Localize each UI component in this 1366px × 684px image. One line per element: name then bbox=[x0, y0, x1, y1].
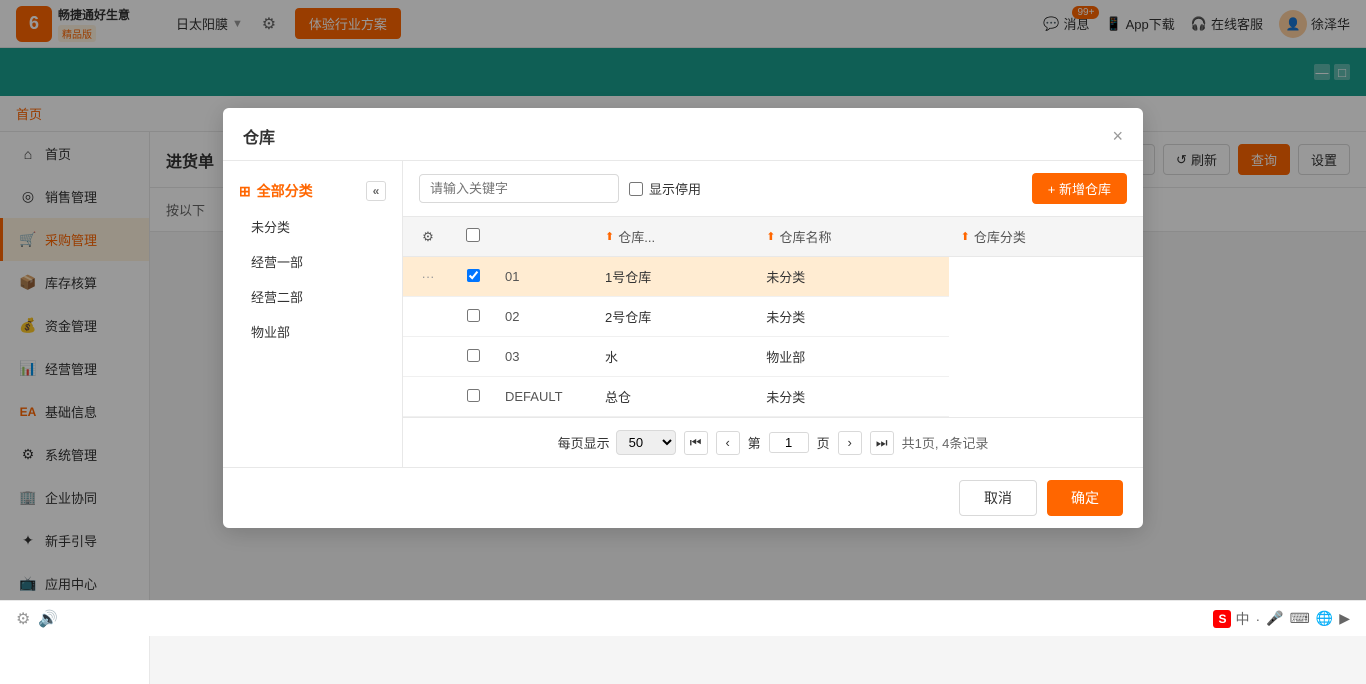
row-settings-cell bbox=[403, 297, 453, 337]
row-name-cell: 1号仓库 bbox=[593, 257, 754, 297]
sort-icon: ⬆ bbox=[605, 230, 614, 243]
show-disabled-text: 显示停用 bbox=[649, 179, 701, 198]
row-settings-cell bbox=[403, 377, 453, 417]
pagination: 每页显示 50 100 200 ⏮ ‹ 第 页 › ⏭ 共1页, 4条记录 bbox=[403, 417, 1143, 467]
last-page-button[interactable]: ⏭ bbox=[870, 431, 894, 455]
table-panel: 🔍 显示停用 + 新增仓库 ⚙ bbox=[403, 161, 1143, 467]
row-category-cell: 未分类 bbox=[754, 257, 948, 297]
row-code-cell: 03 bbox=[493, 337, 593, 377]
row-checkbox-0[interactable] bbox=[467, 269, 480, 282]
show-disabled-label[interactable]: 显示停用 bbox=[629, 179, 701, 198]
category-panel: ⊞ 全部分类 « 未分类 经营一部 经营二部 物业部 bbox=[223, 161, 403, 467]
row-check-cell bbox=[453, 257, 493, 297]
sort-icon-cat: ⬆ bbox=[961, 230, 970, 243]
prev-page-button[interactable]: ‹ bbox=[716, 431, 740, 455]
th-check bbox=[453, 217, 493, 257]
select-all-checkbox[interactable] bbox=[466, 228, 480, 242]
row-code-cell: 02 bbox=[493, 297, 593, 337]
table-wrap: ⚙ ⬆ 仓库... bbox=[403, 217, 1143, 417]
search-button[interactable]: 🔍 bbox=[616, 175, 619, 202]
row-name-cell: 水 bbox=[593, 337, 754, 377]
warehouse-table: ⚙ ⬆ 仓库... bbox=[403, 217, 1143, 417]
collapse-button[interactable]: « bbox=[366, 181, 386, 201]
add-warehouse-button[interactable]: + 新增仓库 bbox=[1032, 173, 1127, 204]
modal-header: 仓库 × bbox=[223, 108, 1143, 161]
row-settings-cell: ··· bbox=[403, 257, 453, 297]
show-disabled-checkbox[interactable] bbox=[629, 182, 643, 196]
category-item-ops2[interactable]: 经营二部 bbox=[223, 279, 402, 314]
row-check-cell bbox=[453, 297, 493, 337]
keyboard-icon[interactable]: ⌨ bbox=[1290, 610, 1310, 627]
row-category-cell: 未分类 bbox=[754, 377, 948, 417]
page-unit: 页 bbox=[817, 433, 830, 452]
th-category: ⬆ 仓库分类 bbox=[949, 217, 1143, 257]
th-num bbox=[493, 217, 593, 257]
th-settings: ⚙ bbox=[403, 217, 453, 257]
search-input-wrap: 🔍 bbox=[419, 174, 619, 203]
row-check-cell bbox=[453, 337, 493, 377]
table-row[interactable]: 02 2号仓库 未分类 bbox=[403, 297, 1143, 337]
th-name: ⬆ 仓库名称 bbox=[754, 217, 948, 257]
globe-icon[interactable]: 🌐 bbox=[1316, 610, 1333, 627]
all-category-label: 全部分类 bbox=[257, 181, 313, 201]
col-code-label: 仓库... bbox=[618, 227, 655, 246]
table-row[interactable]: ··· 01 1号仓库 未分类 bbox=[403, 257, 1143, 297]
bottom-settings-icon[interactable]: ⚙ bbox=[16, 609, 30, 629]
row-checkbox-3[interactable] bbox=[467, 389, 480, 402]
bottom-sound-icon[interactable]: 🔊 bbox=[38, 609, 58, 629]
modal-title: 仓库 bbox=[243, 124, 275, 148]
confirm-button[interactable]: 确定 bbox=[1047, 480, 1123, 516]
first-page-button[interactable]: ⏮ bbox=[684, 431, 708, 455]
category-item-property[interactable]: 物业部 bbox=[223, 314, 402, 349]
th-code: ⬆ 仓库... bbox=[593, 217, 754, 257]
ime-cn-icon[interactable]: 中 bbox=[1235, 609, 1249, 629]
per-page-wrap: 每页显示 50 100 200 bbox=[558, 430, 676, 455]
row-checkbox-2[interactable] bbox=[467, 349, 480, 362]
table-toolbar: 🔍 显示停用 + 新增仓库 bbox=[403, 161, 1143, 217]
row-settings-cell bbox=[403, 337, 453, 377]
category-item-unclassified[interactable]: 未分类 bbox=[223, 209, 402, 244]
dot-icon: · bbox=[1255, 611, 1260, 627]
row-checkbox-1[interactable] bbox=[467, 309, 480, 322]
row-check-cell bbox=[453, 377, 493, 417]
bottom-left: ⚙ 🔊 bbox=[16, 609, 58, 629]
page-text: 第 bbox=[748, 433, 761, 452]
close-button[interactable]: × bbox=[1112, 127, 1123, 145]
bottom-bar: ⚙ 🔊 S 中 · 🎤 ⌨ 🌐 ▶ bbox=[0, 600, 1366, 636]
row-name-cell: 总仓 bbox=[593, 377, 754, 417]
cancel-button[interactable]: 取消 bbox=[959, 480, 1037, 516]
per-page-label: 每页显示 bbox=[558, 433, 610, 452]
row-category-cell: 物业部 bbox=[754, 337, 948, 377]
row-code-cell: 01 bbox=[493, 257, 593, 297]
modal-body: ⊞ 全部分类 « 未分类 经营一部 经营二部 物业部 🔍 bbox=[223, 161, 1143, 467]
arrow-icon[interactable]: ▶ bbox=[1339, 610, 1350, 627]
per-page-select[interactable]: 50 100 200 bbox=[616, 430, 676, 455]
table-row[interactable]: 03 水 物业部 bbox=[403, 337, 1143, 377]
next-page-button[interactable]: › bbox=[838, 431, 862, 455]
modal-overlay: 仓库 × ⊞ 全部分类 « 未分类 经营一部 经营二部 物业部 bbox=[0, 0, 1366, 636]
modal-footer: 取消 确定 bbox=[223, 467, 1143, 528]
page-input[interactable] bbox=[769, 432, 809, 453]
col-category-label: 仓库分类 bbox=[974, 227, 1026, 246]
grid-icon: ⊞ bbox=[239, 183, 251, 200]
all-category-header[interactable]: ⊞ 全部分类 « bbox=[223, 173, 402, 209]
row-category-cell: 未分类 bbox=[754, 297, 948, 337]
mic-icon[interactable]: 🎤 bbox=[1266, 610, 1283, 627]
bottom-right: S 中 · 🎤 ⌨ 🌐 ▶ bbox=[1213, 609, 1350, 629]
total-info: 共1页, 4条记录 bbox=[902, 433, 989, 452]
category-item-ops1[interactable]: 经营一部 bbox=[223, 244, 402, 279]
sort-icon-name: ⬆ bbox=[766, 230, 775, 243]
row-code-cell: DEFAULT bbox=[493, 377, 593, 417]
bottom-logo: S bbox=[1213, 610, 1231, 628]
search-input[interactable] bbox=[420, 176, 616, 201]
col-name-label: 仓库名称 bbox=[780, 227, 832, 246]
bottom-icons: 中 · 🎤 ⌨ 🌐 ▶ bbox=[1235, 609, 1350, 629]
warehouse-modal: 仓库 × ⊞ 全部分类 « 未分类 经营一部 经营二部 物业部 bbox=[223, 108, 1143, 528]
row-name-cell: 2号仓库 bbox=[593, 297, 754, 337]
table-row[interactable]: DEFAULT 总仓 未分类 bbox=[403, 377, 1143, 417]
